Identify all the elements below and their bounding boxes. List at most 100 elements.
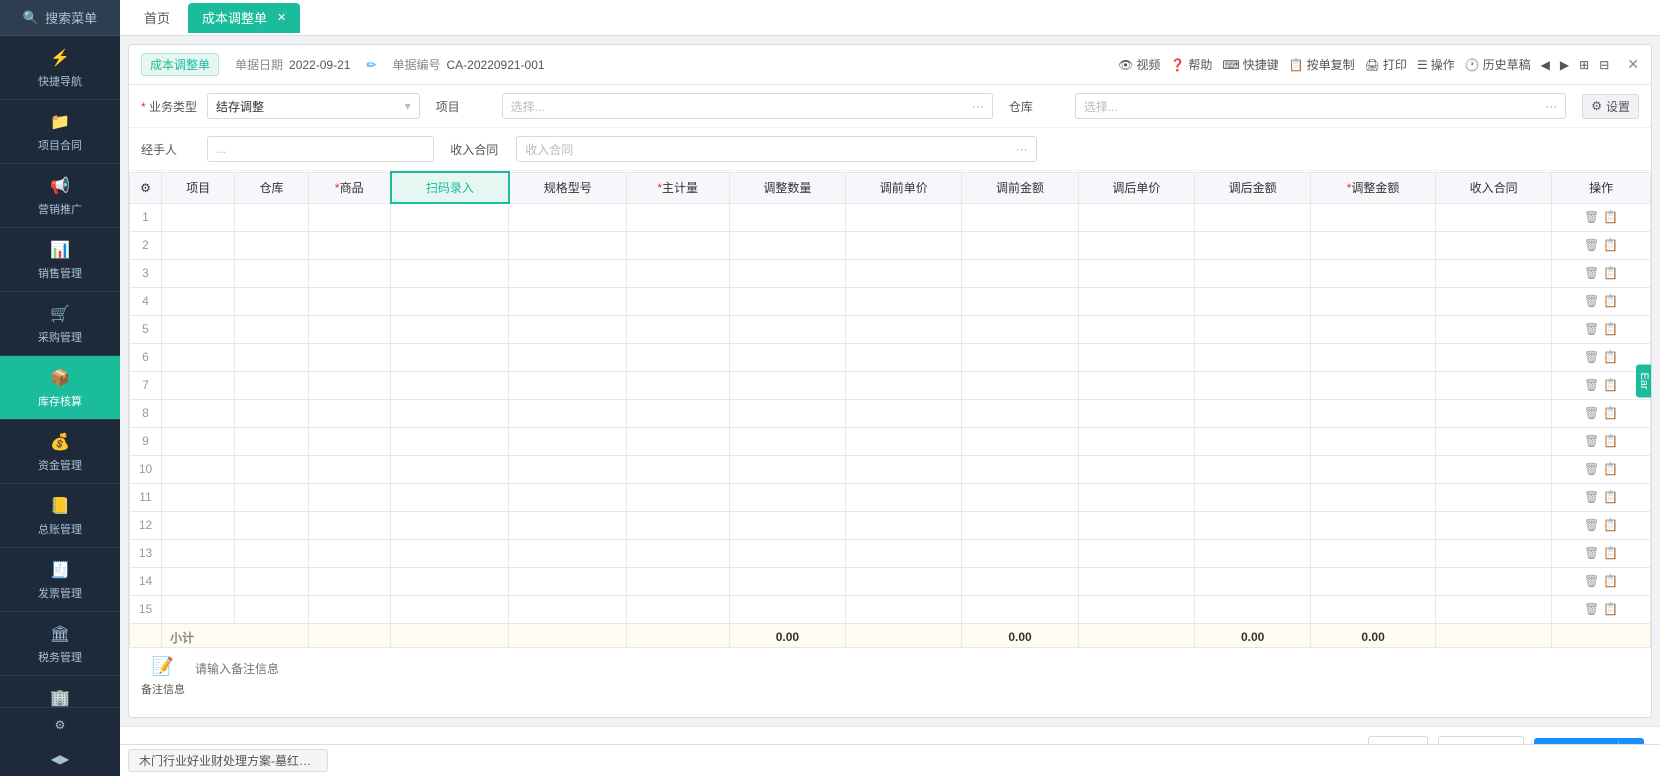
handler-input[interactable]: ... xyxy=(207,136,434,162)
tab-cost-adjust[interactable]: 成本调整单 ✕ xyxy=(188,3,300,33)
table-cell[interactable] xyxy=(1435,483,1551,511)
delete-row-icon[interactable]: 🗑 xyxy=(1584,266,1599,280)
table-cell[interactable] xyxy=(162,427,235,455)
table-cell[interactable] xyxy=(1078,427,1194,455)
table-cell[interactable] xyxy=(162,371,235,399)
table-cell[interactable] xyxy=(391,567,509,595)
table-cell[interactable] xyxy=(1311,231,1436,259)
sidebar-item-project-contract[interactable]: 📁 项目合同 xyxy=(0,100,120,164)
table-cell[interactable] xyxy=(509,427,626,455)
nav-next-btn[interactable]: ▶ xyxy=(1560,58,1569,72)
table-cell[interactable] xyxy=(1435,427,1551,455)
copy-row-icon[interactable]: 📋 xyxy=(1603,210,1618,224)
table-cell[interactable] xyxy=(391,539,509,567)
sidebar-item-ledger-mgmt[interactable]: 📒 总账管理 xyxy=(0,484,120,548)
table-cell[interactable] xyxy=(729,567,845,595)
delete-row-icon[interactable]: 🗑 xyxy=(1584,602,1599,616)
table-cell[interactable] xyxy=(1194,595,1310,623)
table-cell[interactable] xyxy=(626,539,729,567)
table-cell[interactable] xyxy=(962,343,1078,371)
action-copy-order-btn[interactable]: 📋 按单复制 xyxy=(1289,56,1355,73)
table-cell[interactable] xyxy=(308,567,391,595)
table-cell[interactable] xyxy=(846,567,962,595)
table-cell[interactable] xyxy=(1194,483,1310,511)
table-cell[interactable] xyxy=(1311,315,1436,343)
sidebar-item-tax-mgmt[interactable]: 🏛 税务管理 xyxy=(0,612,120,676)
table-cell[interactable] xyxy=(1435,343,1551,371)
table-cell[interactable] xyxy=(626,455,729,483)
view-split-btn[interactable]: ⊟ xyxy=(1599,58,1609,72)
table-cell[interactable] xyxy=(846,231,962,259)
table-cell[interactable] xyxy=(1311,567,1436,595)
table-cell[interactable] xyxy=(1194,315,1310,343)
table-cell[interactable] xyxy=(162,231,235,259)
table-cell[interactable] xyxy=(1194,203,1310,231)
project-input[interactable]: 选择... ··· xyxy=(502,93,993,119)
sidebar-item-quick-nav[interactable]: ⚡ 快捷导航 xyxy=(0,36,120,100)
table-cell[interactable] xyxy=(626,287,729,315)
table-cell[interactable] xyxy=(509,203,626,231)
table-cell[interactable] xyxy=(235,483,308,511)
table-cell[interactable] xyxy=(962,287,1078,315)
table-cell[interactable] xyxy=(962,315,1078,343)
table-cell[interactable] xyxy=(729,259,845,287)
table-cell[interactable] xyxy=(729,427,845,455)
table-cell[interactable] xyxy=(162,203,235,231)
table-cell[interactable] xyxy=(729,315,845,343)
table-cell[interactable] xyxy=(1311,259,1436,287)
copy-row-icon[interactable]: 📋 xyxy=(1603,350,1618,364)
table-cell[interactable] xyxy=(235,539,308,567)
table-cell[interactable] xyxy=(1078,399,1194,427)
table-cell[interactable] xyxy=(308,287,391,315)
table-cell[interactable] xyxy=(1194,539,1310,567)
table-cell[interactable] xyxy=(1435,511,1551,539)
warehouse-dots-btn[interactable]: ··· xyxy=(1545,99,1557,113)
table-cell[interactable] xyxy=(308,231,391,259)
table-cell[interactable] xyxy=(729,287,845,315)
table-cell[interactable] xyxy=(509,455,626,483)
table-cell[interactable] xyxy=(1311,399,1436,427)
table-cell[interactable] xyxy=(729,595,845,623)
table-cell[interactable] xyxy=(391,595,509,623)
table-cell[interactable] xyxy=(729,455,845,483)
table-cell[interactable] xyxy=(1435,399,1551,427)
project-dots-btn[interactable]: ··· xyxy=(972,99,984,113)
view-grid-btn[interactable]: ⊞ xyxy=(1579,58,1589,72)
table-cell[interactable] xyxy=(1311,203,1436,231)
table-cell[interactable] xyxy=(1078,231,1194,259)
nav-prev-btn[interactable]: ◀ xyxy=(1541,58,1550,72)
income-contract-dots-btn[interactable]: ··· xyxy=(1016,142,1028,156)
copy-row-icon[interactable]: 📋 xyxy=(1603,238,1618,252)
table-cell[interactable] xyxy=(308,371,391,399)
table-cell[interactable] xyxy=(962,427,1078,455)
table-cell[interactable] xyxy=(729,371,845,399)
table-cell[interactable] xyxy=(235,595,308,623)
notes-input[interactable] xyxy=(195,656,1639,688)
table-cell[interactable] xyxy=(509,567,626,595)
table-cell[interactable] xyxy=(391,287,509,315)
table-cell[interactable] xyxy=(1311,539,1436,567)
table-cell[interactable] xyxy=(162,455,235,483)
table-cell[interactable] xyxy=(1311,595,1436,623)
table-cell[interactable] xyxy=(1194,455,1310,483)
table-cell[interactable] xyxy=(846,343,962,371)
table-cell[interactable] xyxy=(962,511,1078,539)
table-cell[interactable] xyxy=(1435,287,1551,315)
table-cell[interactable] xyxy=(729,539,845,567)
table-cell[interactable] xyxy=(1311,483,1436,511)
table-cell[interactable] xyxy=(626,399,729,427)
copy-row-icon[interactable]: 📋 xyxy=(1603,322,1618,336)
table-cell[interactable] xyxy=(1435,539,1551,567)
table-cell[interactable] xyxy=(1311,371,1436,399)
table-cell[interactable] xyxy=(1078,287,1194,315)
table-cell[interactable] xyxy=(235,511,308,539)
table-cell[interactable] xyxy=(1311,511,1436,539)
copy-row-icon[interactable]: 📋 xyxy=(1603,294,1618,308)
table-cell[interactable] xyxy=(846,427,962,455)
table-cell[interactable] xyxy=(509,315,626,343)
table-cell[interactable] xyxy=(308,315,391,343)
sidebar-item-invoice-mgmt[interactable]: 🧾 发票管理 xyxy=(0,548,120,612)
delete-row-icon[interactable]: 🗑 xyxy=(1584,518,1599,532)
table-cell[interactable] xyxy=(846,371,962,399)
table-cell[interactable] xyxy=(1435,455,1551,483)
